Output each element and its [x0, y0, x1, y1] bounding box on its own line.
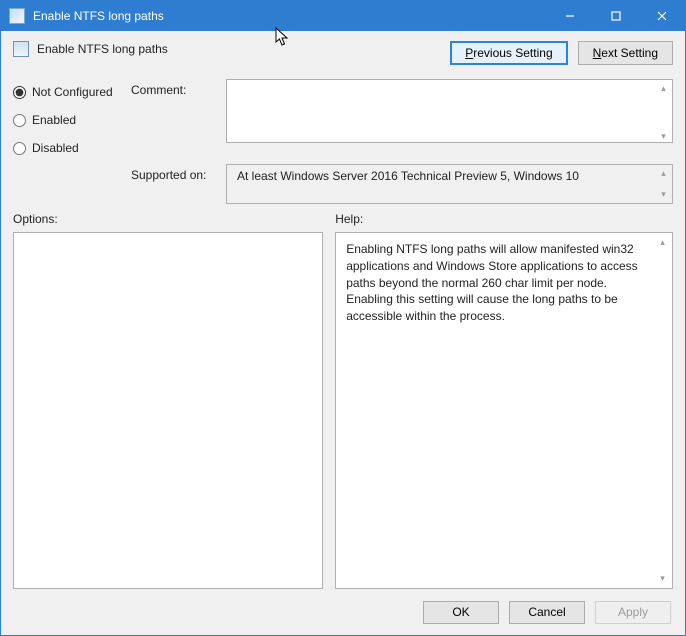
policy-heading: Enable NTFS long paths	[13, 41, 450, 57]
radio-disabled-input[interactable]	[13, 142, 26, 155]
help-pane: Enabling NTFS long paths will allow mani…	[335, 232, 673, 589]
options-pane	[13, 232, 323, 589]
apply-button[interactable]: Apply	[595, 601, 671, 624]
scroll-down-icon: ▾	[654, 570, 671, 587]
radio-not-configured[interactable]: Not Configured	[13, 85, 131, 99]
supported-on-text: At least Windows Server 2016 Technical P…	[226, 164, 673, 204]
dialog-footer: OK Cancel Apply	[1, 589, 685, 635]
comment-textarea[interactable]	[226, 79, 673, 143]
radio-disabled-label: Disabled	[32, 141, 79, 155]
ok-button[interactable]: OK	[423, 601, 499, 624]
previous-setting-button[interactable]: Previous Setting	[450, 41, 567, 65]
scroll-up-icon: ▴	[654, 234, 671, 251]
help-label: Help:	[323, 212, 673, 226]
close-button[interactable]	[639, 1, 685, 31]
policy-icon	[13, 41, 29, 57]
radio-disabled[interactable]: Disabled	[13, 141, 131, 155]
minimize-button[interactable]	[547, 1, 593, 31]
next-setting-button[interactable]: Next Setting	[578, 41, 673, 65]
radio-not-configured-label: Not Configured	[32, 85, 113, 99]
app-icon	[9, 8, 25, 24]
cancel-button[interactable]: Cancel	[509, 601, 585, 624]
window-title: Enable NTFS long paths	[33, 9, 547, 23]
radio-enabled-label: Enabled	[32, 113, 76, 127]
comment-label: Comment:	[131, 79, 226, 97]
dialog-window: Enable NTFS long paths Enable NTFS long …	[0, 0, 686, 636]
radio-enabled-input[interactable]	[13, 114, 26, 127]
maximize-button[interactable]	[593, 1, 639, 31]
options-label: Options:	[13, 212, 323, 226]
title-bar[interactable]: Enable NTFS long paths	[1, 1, 685, 31]
radio-not-configured-input[interactable]	[13, 86, 26, 99]
supported-on-label: Supported on:	[131, 164, 226, 182]
help-content: Enabling NTFS long paths will allow mani…	[346, 242, 638, 323]
policy-name-text: Enable NTFS long paths	[37, 42, 168, 56]
dialog-body: Enable NTFS long paths Previous Setting …	[1, 31, 685, 635]
radio-enabled[interactable]: Enabled	[13, 113, 131, 127]
help-scrollbar: ▴ ▾	[654, 234, 671, 587]
